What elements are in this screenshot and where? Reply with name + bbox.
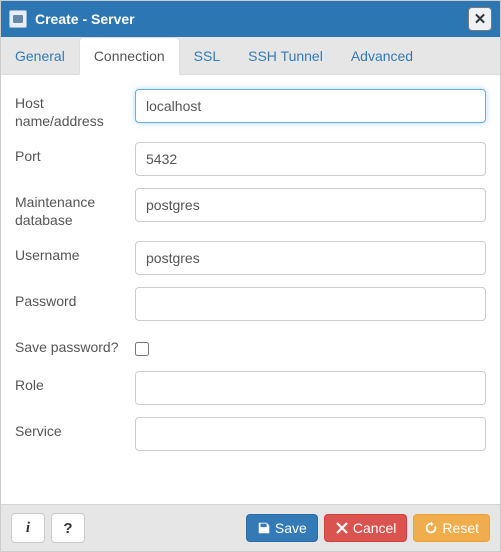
label-port: Port xyxy=(15,142,135,166)
titlebar: Create - Server ✕ xyxy=(1,1,500,37)
reset-button[interactable]: Reset xyxy=(413,514,490,542)
row-username: Username xyxy=(15,241,486,275)
password-input[interactable] xyxy=(135,287,486,321)
role-input[interactable] xyxy=(135,371,486,405)
help-icon: ? xyxy=(63,521,72,536)
save-password-checkbox[interactable] xyxy=(135,342,149,356)
close-icon: ✕ xyxy=(474,10,487,28)
info-button[interactable]: i xyxy=(11,513,45,543)
create-server-dialog: Create - Server ✕ General Connection SSL… xyxy=(0,0,501,552)
tab-bar: General Connection SSL SSH Tunnel Advanc… xyxy=(1,37,500,75)
row-service: Service xyxy=(15,417,486,451)
footer-left: i ? xyxy=(11,513,85,543)
row-role: Role xyxy=(15,371,486,405)
username-input[interactable] xyxy=(135,241,486,275)
label-username: Username xyxy=(15,241,135,265)
cancel-button[interactable]: Cancel xyxy=(324,514,408,542)
close-button[interactable]: ✕ xyxy=(468,7,492,31)
service-input[interactable] xyxy=(135,417,486,451)
tab-general[interactable]: General xyxy=(1,38,79,74)
tab-connection[interactable]: Connection xyxy=(79,37,180,75)
row-port: Port xyxy=(15,142,486,176)
info-icon: i xyxy=(26,521,30,536)
label-password: Password xyxy=(15,287,135,311)
maintenance-db-input[interactable] xyxy=(135,188,486,222)
cancel-button-label: Cancel xyxy=(353,521,397,535)
row-host: Host name/address xyxy=(15,89,486,130)
help-button[interactable]: ? xyxy=(51,513,85,543)
dialog-footer: i ? Save Cancel Reset xyxy=(1,504,500,551)
port-input[interactable] xyxy=(135,142,486,176)
reset-icon xyxy=(424,521,438,535)
host-input[interactable] xyxy=(135,89,486,123)
label-host: Host name/address xyxy=(15,89,135,130)
label-service: Service xyxy=(15,417,135,441)
tab-ssh-tunnel[interactable]: SSH Tunnel xyxy=(234,38,337,74)
row-save-password: Save password? xyxy=(15,333,486,359)
save-icon xyxy=(257,521,271,535)
row-maintenance-db: Maintenance database xyxy=(15,188,486,229)
form-body: Host name/address Port Maintenance datab… xyxy=(1,75,500,504)
tab-advanced[interactable]: Advanced xyxy=(337,38,427,74)
footer-right: Save Cancel Reset xyxy=(246,514,490,542)
tab-ssl[interactable]: SSL xyxy=(180,38,234,74)
label-maintenance-db: Maintenance database xyxy=(15,188,135,229)
row-password: Password xyxy=(15,287,486,321)
window-title: Create - Server xyxy=(35,11,468,27)
label-save-password: Save password? xyxy=(15,333,135,357)
cancel-icon xyxy=(335,521,349,535)
save-button-label: Save xyxy=(275,521,307,535)
save-button[interactable]: Save xyxy=(246,514,318,542)
reset-button-label: Reset xyxy=(442,521,479,535)
label-role: Role xyxy=(15,371,135,395)
server-icon xyxy=(9,10,27,28)
